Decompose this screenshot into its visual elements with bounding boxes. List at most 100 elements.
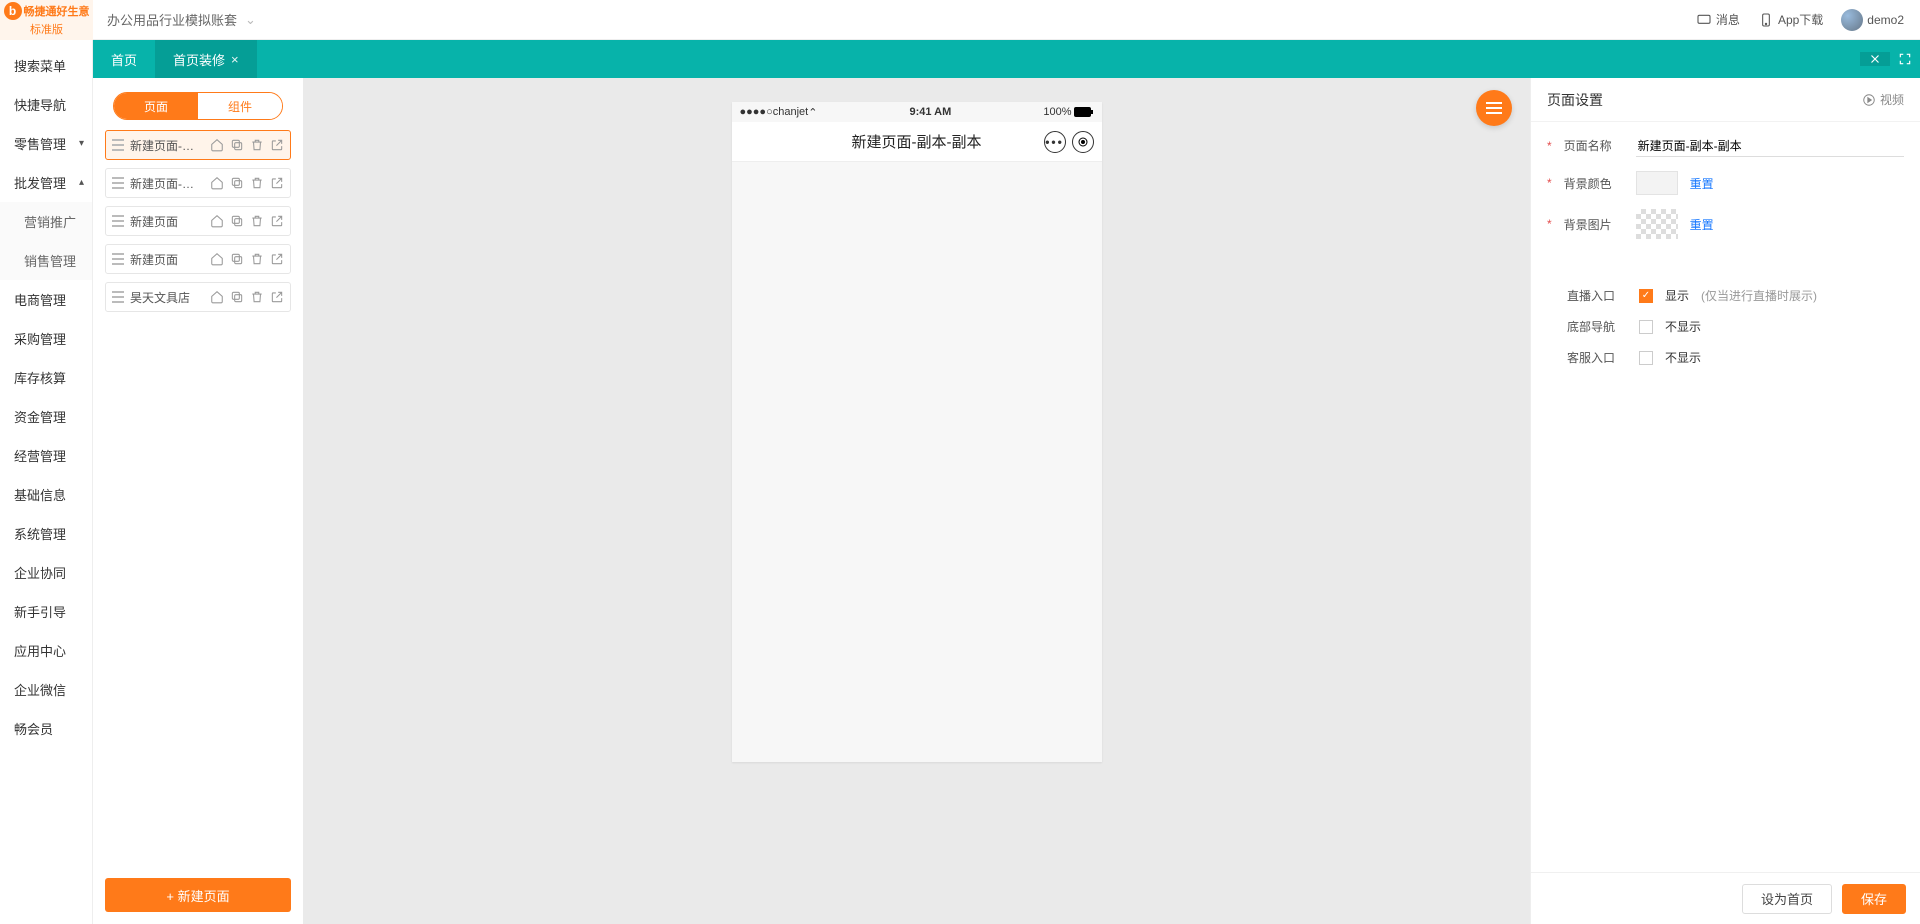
nav-item-label: 电商管理 (14, 290, 66, 309)
bg-image-reset[interactable]: 重置 (1690, 216, 1714, 233)
app-download-label: App下载 (1778, 11, 1823, 28)
copy-icon[interactable] (230, 138, 244, 152)
nav-item-9[interactable]: 资金管理 (0, 397, 92, 436)
drag-icon[interactable] (112, 177, 124, 189)
nav-item-8[interactable]: 库存核算 (0, 358, 92, 397)
drag-icon[interactable] (112, 215, 124, 227)
external-icon[interactable] (270, 290, 284, 304)
nav-item-6[interactable]: 电商管理 (0, 280, 92, 319)
fullscreen-button[interactable] (1890, 52, 1920, 66)
page-item-1[interactable]: 新建页面-副本 (105, 168, 291, 198)
settings-title: 页面设置 (1547, 90, 1603, 110)
tab-首页[interactable]: 首页 (93, 40, 155, 78)
video-help-link[interactable]: 视频 (1862, 91, 1904, 108)
drag-icon[interactable] (112, 139, 124, 151)
page-name-input[interactable] (1636, 134, 1904, 157)
nav-item-label: 快捷导航 (14, 95, 66, 114)
nav-item-2[interactable]: 零售管理▾ (0, 124, 92, 163)
page-item-name: 新建页面 (130, 251, 204, 268)
brand-logo[interactable]: b 畅捷通好生意 标准版 (0, 0, 93, 40)
delete-icon[interactable] (250, 176, 264, 190)
bg-color-swatch[interactable] (1636, 171, 1678, 195)
nav-item-10[interactable]: 经营管理 (0, 436, 92, 475)
top-bar: b 畅捷通好生意 标准版 办公用品行业模拟账套 ⌄ 消息 App下载 demo2 (0, 0, 1920, 40)
save-button[interactable]: 保存 (1842, 884, 1906, 914)
page-component-segment: 页面 组件 (113, 92, 283, 120)
page-item-4[interactable]: 昊天文具店 (105, 282, 291, 312)
nav-item-17[interactable]: 畅会员 (0, 709, 92, 748)
page-item-2[interactable]: 新建页面 (105, 206, 291, 236)
external-icon[interactable] (270, 176, 284, 190)
new-page-button[interactable]: + 新建页面 (105, 878, 291, 912)
left-nav: 搜索菜单快捷导航零售管理▾批发管理▴营销推广销售管理电商管理采购管理库存核算资金… (0, 40, 93, 924)
bg-color-reset[interactable]: 重置 (1690, 175, 1714, 192)
copy-icon[interactable] (230, 214, 244, 228)
cs-checkbox[interactable] (1639, 351, 1653, 365)
external-icon[interactable] (270, 214, 284, 228)
phone-target-button[interactable] (1072, 131, 1094, 153)
row-bg-image: * 背景图片 重置 (1547, 209, 1904, 239)
user-name: demo2 (1867, 13, 1904, 27)
phone-preview: ●●●●○ chanjet ⌃ 9:41 AM 100% 新建页面-副本-副本 (732, 102, 1102, 762)
page-item-3[interactable]: 新建页面 (105, 244, 291, 274)
carrier-label: chanjet (773, 106, 808, 118)
floating-menu-button[interactable] (1476, 90, 1512, 126)
nav-item-3[interactable]: 批发管理▴ (0, 163, 92, 202)
company-name: 办公用品行业模拟账套 (107, 10, 237, 29)
bottom-nav-checkbox[interactable] (1639, 320, 1653, 334)
nav-item-13[interactable]: 企业协同 (0, 553, 92, 592)
bg-image-picker[interactable] (1636, 209, 1678, 239)
home-icon[interactable] (210, 176, 224, 190)
home-icon[interactable] (210, 252, 224, 266)
segment-component[interactable]: 组件 (198, 93, 282, 119)
battery-label: 100% (1043, 106, 1071, 118)
home-icon[interactable] (210, 138, 224, 152)
caret-icon: ▾ (79, 138, 84, 149)
nav-item-16[interactable]: 企业微信 (0, 670, 92, 709)
external-icon[interactable] (270, 252, 284, 266)
hamburger-icon (1486, 107, 1502, 109)
nav-item-15[interactable]: 应用中心 (0, 631, 92, 670)
phone-body[interactable] (732, 162, 1102, 762)
phone-more-button[interactable]: ••• (1044, 131, 1066, 153)
delete-icon[interactable] (250, 138, 264, 152)
delete-icon[interactable] (250, 290, 264, 304)
messages-link[interactable]: 消息 (1696, 11, 1740, 28)
drag-icon[interactable] (112, 291, 124, 303)
nav-item-label: 企业微信 (14, 680, 66, 699)
bottom-nav-opt: 不显示 (1665, 318, 1701, 335)
close-icon[interactable]: × (231, 52, 239, 67)
nav-item-7[interactable]: 采购管理 (0, 319, 92, 358)
copy-icon[interactable] (230, 290, 244, 304)
home-icon[interactable] (210, 214, 224, 228)
nav-item-14[interactable]: 新手引导 (0, 592, 92, 631)
nav-item-12[interactable]: 系统管理 (0, 514, 92, 553)
app-download-link[interactable]: App下载 (1758, 11, 1823, 28)
tab-首页装修[interactable]: 首页装修× (155, 40, 257, 78)
delete-icon[interactable] (250, 214, 264, 228)
drag-icon[interactable] (112, 253, 124, 265)
set-home-button[interactable]: 设为首页 (1742, 884, 1832, 914)
nav-item-5[interactable]: 销售管理 (0, 241, 92, 280)
delete-icon[interactable] (250, 252, 264, 266)
nav-item-label: 基础信息 (14, 485, 66, 504)
page-item-0[interactable]: 新建页面-副本-... (105, 130, 291, 160)
nav-item-0[interactable]: 搜索菜单 (0, 46, 92, 85)
live-checkbox[interactable]: ✓ (1639, 289, 1653, 303)
messages-label: 消息 (1716, 11, 1740, 28)
external-icon[interactable] (270, 138, 284, 152)
user-menu[interactable]: demo2 (1841, 9, 1904, 31)
close-all-tabs-button[interactable] (1860, 52, 1890, 66)
copy-icon[interactable] (230, 252, 244, 266)
phone-icon (1758, 12, 1774, 28)
phone-status-bar: ●●●●○ chanjet ⌃ 9:41 AM 100% (732, 102, 1102, 122)
copy-icon[interactable] (230, 176, 244, 190)
nav-item-11[interactable]: 基础信息 (0, 475, 92, 514)
segment-page[interactable]: 页面 (114, 93, 198, 119)
company-selector[interactable]: 办公用品行业模拟账套 ⌄ (107, 10, 256, 29)
nav-item-4[interactable]: 营销推广 (0, 202, 92, 241)
nav-item-1[interactable]: 快捷导航 (0, 85, 92, 124)
live-label: 直播入口 (1567, 287, 1627, 304)
home-icon[interactable] (210, 290, 224, 304)
canvas: ●●●●○ chanjet ⌃ 9:41 AM 100% 新建页面-副本-副本 (303, 78, 1530, 924)
